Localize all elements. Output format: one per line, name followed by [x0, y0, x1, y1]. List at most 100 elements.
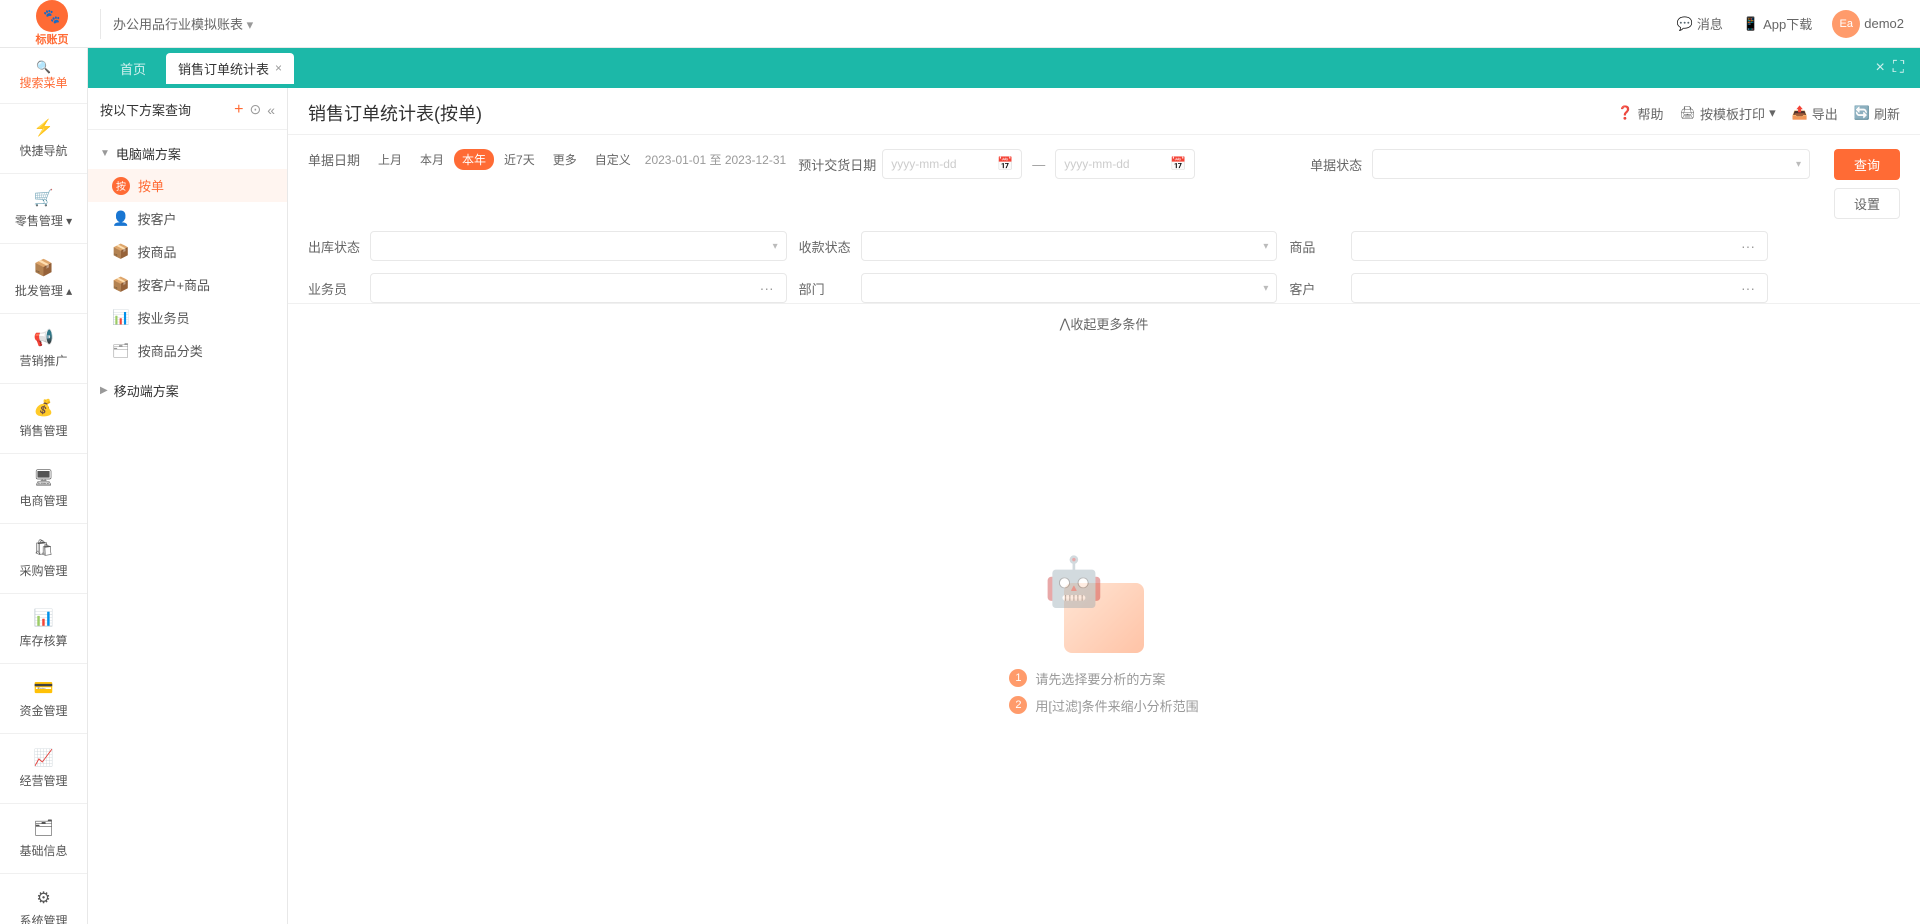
forecast-date-start[interactable]: yyyy-mm-dd 📅 [882, 149, 1022, 179]
pc-group-title[interactable]: ▼ 电脑端方案 [88, 138, 287, 169]
maximize-btn[interactable]: ⛶ [1893, 59, 1904, 77]
scheme-panel-header: 按以下方案查询 + ⊙ « [88, 100, 287, 130]
scheme-item-by-category[interactable]: 🗂 按商品分类 [88, 334, 287, 367]
date-more-btn[interactable]: 更多 [545, 149, 585, 170]
action-buttons: 查询 设置 [1834, 149, 1900, 219]
ship-status-label: 出库状态 [308, 237, 364, 256]
page-header-actions: ❓ 帮助 🖨 按模板打印 ▾ 📤 导出 🔄 [1617, 104, 1900, 123]
date-prev-month-btn[interactable]: 上月 [370, 149, 410, 170]
scheme-item-by-customer[interactable]: 👤 按客户 [88, 202, 287, 235]
doc-status-label: 单据状态 [1310, 155, 1366, 174]
calendar-icon: 📅 [997, 156, 1013, 172]
layout: 🔍 搜索菜单 ⚡ 快捷导航 🛒 零售管理 ▾ 📦 批发管理 ▴ 📢 营销推广 💰… [0, 48, 1920, 924]
message-btn[interactable]: 💬 消息 [1677, 14, 1723, 33]
collapse-filters-btn[interactable]: ⋀ 收起更多条件 [288, 303, 1920, 343]
help-btn[interactable]: ❓ 帮助 [1617, 104, 1663, 123]
scheme-item-by-product[interactable]: 📦 按商品 [88, 235, 287, 268]
avatar: Ea [1832, 10, 1860, 38]
sidebar-item-ecommerce[interactable]: 🖥 电商管理 [0, 454, 87, 524]
tip-num-2: 2 [1009, 696, 1027, 714]
scheme-item-by-order[interactable]: 按 按单 [88, 169, 287, 202]
refresh-btn[interactable]: 🔄 刷新 [1854, 104, 1900, 123]
sidebar-item-inventory[interactable]: 📊 库存核算 [0, 594, 87, 664]
pay-status-filter: 收款状态 ▾ [799, 231, 1278, 261]
pay-status-select[interactable]: ▾ [861, 231, 1278, 261]
ship-status-select[interactable]: ▾ [370, 231, 787, 261]
sidebar-item-quick-nav[interactable]: ⚡ 快捷导航 [0, 104, 87, 174]
app-logo[interactable]: 🐾 标账页 [16, 0, 88, 47]
sidebar-item-wholesale[interactable]: 📦 批发管理 ▴ [0, 244, 87, 314]
content-area: 按以下方案查询 + ⊙ « ▼ 电脑端方案 按 按单 [88, 88, 1920, 924]
scheme-item-by-salesman[interactable]: 📊 按业务员 [88, 301, 287, 334]
tab-home[interactable]: 首页 [104, 53, 162, 84]
sidebar-item-purchase[interactable]: 🛍 采购管理 [0, 524, 87, 594]
customer-label: 客户 [1289, 279, 1345, 298]
scheme-panel-title: 按以下方案查询 [100, 100, 191, 119]
date-separator: — [1028, 157, 1049, 172]
dept-arrow: ▾ [1263, 283, 1268, 294]
collapse-scheme-btn[interactable]: « [267, 102, 275, 118]
settings-btn[interactable]: 设置 [1834, 188, 1900, 219]
sidebar: 🔍 搜索菜单 ⚡ 快捷导航 🛒 零售管理 ▾ 📦 批发管理 ▴ 📢 营销推广 💰… [0, 48, 88, 924]
filter-section: 单据日期 上月 本月 本年 近7天 更多 自定义 2023-01-01 至 20… [288, 135, 1920, 303]
sidebar-item-base[interactable]: 🗂 基础信息 [0, 804, 87, 874]
scheme-item-by-cust-prod[interactable]: 📦 按客户+商品 [88, 268, 287, 301]
minimize-btn[interactable]: × [1875, 59, 1884, 77]
dept-filter: 部门 ▾ [799, 273, 1278, 303]
forecast-date-label: 预计交货日期 [798, 155, 876, 174]
forecast-date-end[interactable]: yyyy-mm-dd 📅 [1055, 149, 1195, 179]
date-custom-btn[interactable]: 自定义 [587, 149, 639, 170]
scheme-panel-actions: + ⊙ « [234, 101, 275, 119]
sidebar-item-finance[interactable]: 💳 资金管理 [0, 664, 87, 734]
search-menu-btn[interactable]: 🔍 搜索菜单 [0, 48, 87, 104]
salesman-filter: 业务员 ··· [308, 273, 787, 303]
date-curr-month-btn[interactable]: 本月 [412, 149, 452, 170]
scheme-icon-salesman: 📊 [112, 309, 129, 326]
date-curr-year-btn[interactable]: 本年 [454, 149, 494, 170]
customer-filter: 客户 ··· [1289, 273, 1768, 303]
app-download-btn[interactable]: 📱 App下载 [1743, 14, 1812, 33]
sidebar-item-system[interactable]: ⚙ 系统管理 [0, 874, 87, 924]
pay-status-arrow: ▾ [1263, 241, 1268, 252]
product-dots-btn[interactable]: ··· [1737, 236, 1759, 256]
dept-select[interactable]: ▾ [861, 273, 1278, 303]
sidebar-item-marketing[interactable]: 📢 营销推广 [0, 314, 87, 384]
export-icon: 📤 [1792, 105, 1808, 121]
salesman-select[interactable]: ··· [370, 273, 787, 303]
topbar-divider [100, 9, 101, 39]
customer-select[interactable]: ··· [1351, 273, 1768, 303]
sidebar-item-operations[interactable]: 📈 经营管理 [0, 734, 87, 804]
tab-close-btn[interactable]: × [275, 61, 282, 75]
customer-dots-btn[interactable]: ··· [1737, 278, 1759, 298]
pay-status-label: 收款状态 [799, 237, 855, 256]
main-content: 首页 销售订单统计表 × × ⛶ 按以下方案查询 + ⊙ « [88, 48, 1920, 924]
product-select[interactable]: ··· [1351, 231, 1768, 261]
help-icon: ❓ [1617, 105, 1633, 121]
print-dropdown-icon: ▾ [1769, 105, 1776, 121]
empty-char: 🤖 [1044, 553, 1104, 610]
print-icon: 🖨 [1680, 105, 1697, 121]
tab-active[interactable]: 销售订单统计表 × [166, 53, 294, 84]
salesman-dots-btn[interactable]: ··· [756, 278, 778, 298]
doc-status-select[interactable]: ▾ [1372, 149, 1810, 179]
query-btn[interactable]: 查询 [1834, 149, 1900, 180]
tip-num-1: 1 [1009, 669, 1027, 687]
empty-tips: 1 请先选择要分析的方案 2 用[过滤]条件来缩小分析范围 [1009, 669, 1198, 715]
mobile-group-title[interactable]: ▶ 移动端方案 [88, 375, 287, 406]
scheme-icon-customer: 👤 [112, 210, 129, 227]
collapse-icon: ⋀ [1060, 316, 1071, 332]
user-profile[interactable]: Ea demo2 [1832, 10, 1904, 38]
sidebar-item-sales[interactable]: 💰 销售管理 [0, 384, 87, 454]
date-7days-btn[interactable]: 近7天 [496, 149, 543, 170]
edit-scheme-btn[interactable]: ⊙ [249, 101, 261, 118]
export-btn[interactable]: 📤 导出 [1792, 104, 1838, 123]
logo-text: 标账页 [36, 34, 69, 47]
ship-status-arrow: ▾ [773, 241, 778, 252]
add-scheme-btn[interactable]: + [234, 101, 243, 119]
app-title-dropdown-icon[interactable]: ▾ [247, 17, 254, 32]
print-btn[interactable]: 🖨 按模板打印 ▾ [1680, 104, 1776, 123]
calendar-icon-2: 📅 [1170, 156, 1186, 172]
date-range-display: 2023-01-01 至 2023-12-31 [645, 151, 786, 168]
sidebar-item-retail[interactable]: 🛒 零售管理 ▾ [0, 174, 87, 244]
product-label: 商品 [1289, 237, 1345, 256]
